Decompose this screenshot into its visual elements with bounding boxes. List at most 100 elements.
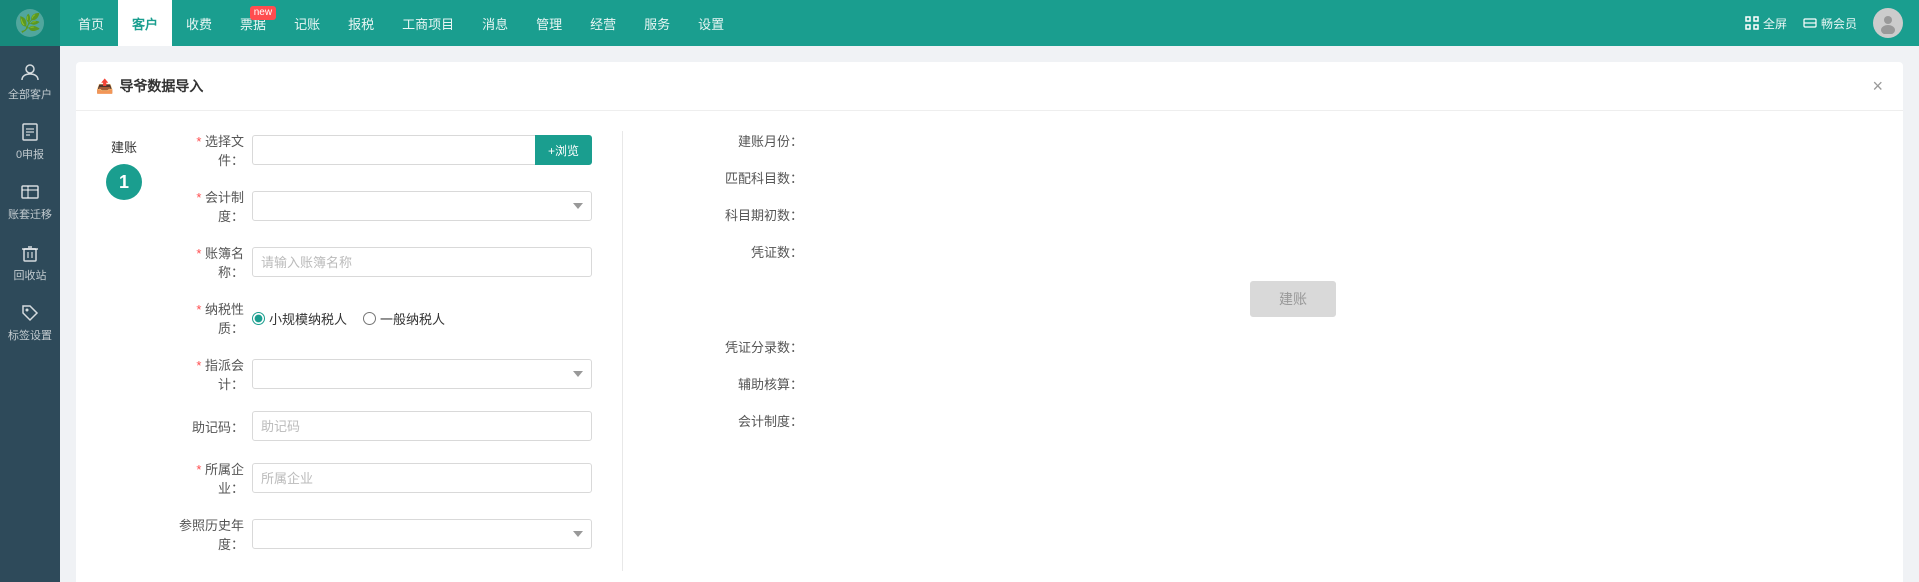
file-input-group: +浏览 [252, 135, 592, 165]
step-circle: 1 [106, 164, 142, 200]
sidebar: 全部客户 0申报 账套迁移 [0, 46, 60, 582]
sidebar-item-trash-label: 回收站 [14, 270, 47, 283]
memo-input[interactable] [252, 411, 592, 441]
match-label: 匹配科目数： [713, 168, 803, 187]
match-row: 匹配科目数： [713, 168, 1873, 187]
nav-item-clients[interactable]: 客户 [118, 0, 172, 46]
accountant-select[interactable] [252, 359, 592, 389]
company-row: * 所属企业： [172, 459, 592, 497]
tax-row: * 纳税性质： 小规模纳税人 一般纳税人 [172, 299, 592, 337]
sidebar-item-migrate[interactable]: 账套迁移 [3, 174, 57, 230]
all-clients-icon [20, 62, 40, 85]
ledger-row: * 账簿名称： [172, 243, 592, 281]
close-button[interactable]: × [1872, 77, 1883, 95]
member-icon [1803, 16, 1817, 30]
layout: 全部客户 0申报 账套迁移 [0, 46, 1919, 582]
company-input[interactable] [252, 463, 592, 493]
memo-row: 助记码： [172, 411, 592, 441]
tax-general-label: 一般纳税人 [380, 309, 445, 328]
nav-item-invoice[interactable]: 票据 new [226, 0, 280, 46]
ledger-input[interactable] [252, 247, 592, 277]
sidebar-item-declare-label: 0申报 [16, 149, 44, 162]
nav-item-manage[interactable]: 管理 [522, 0, 576, 46]
panel: 📤 导爷数据导入 × 建账 1 * 选择文件： [76, 62, 1903, 582]
avatar-icon [1877, 12, 1899, 34]
tag-icon [20, 303, 40, 326]
voucher-records-row: 凭证分录数： [713, 337, 1873, 356]
browse-button[interactable]: +浏览 [535, 135, 592, 165]
tax-radio-group: 小规模纳税人 一般纳税人 [252, 309, 445, 328]
history-row: 参照历史年度： [172, 515, 592, 553]
voucher-row: 凭证数： [713, 242, 1873, 261]
tax-general-option[interactable]: 一般纳税人 [363, 309, 445, 328]
nav-item-settings[interactable]: 设置 [684, 0, 738, 46]
logo-icon: 🌿 [16, 9, 44, 37]
upload-icon: 📤 [96, 78, 113, 95]
month-row: 建账月份： [713, 131, 1873, 150]
accounting-required-star: * [196, 190, 201, 205]
form-container: 建账 1 * 选择文件： +浏览 [76, 111, 1903, 582]
history-select[interactable] [252, 519, 592, 549]
tax-small-option[interactable]: 小规模纳税人 [252, 309, 347, 328]
nav-item-bizproject[interactable]: 工商项目 [388, 0, 468, 46]
nav-items: 首页 客户 收费 票据 new 记账 报税 工商项目 消息 管理 经营 服务 设… [60, 0, 1745, 46]
voucher-label: 凭证数： [713, 242, 803, 261]
member-label: 畅会员 [1821, 15, 1857, 32]
logo-area: 🌿 [0, 0, 60, 46]
logo-symbol: 🌿 [19, 13, 41, 34]
nav-item-finance[interactable]: 经营 [576, 0, 630, 46]
memo-label: 助记码： [172, 417, 252, 436]
accounting-label: * 会计制度： [172, 187, 252, 225]
member-btn[interactable]: 畅会员 [1803, 15, 1857, 32]
accountant-required-star: * [196, 358, 201, 373]
create-btn-container: 建账 [713, 281, 1873, 317]
fullscreen-icon [1745, 16, 1759, 30]
panel-header: 📤 导爷数据导入 × [76, 62, 1903, 111]
nav-item-billing[interactable]: 收费 [172, 0, 226, 46]
avatar[interactable] [1873, 8, 1903, 38]
month-label: 建账月份： [713, 131, 803, 150]
nav-item-home[interactable]: 首页 [64, 0, 118, 46]
nav-item-tax[interactable]: 报税 [334, 0, 388, 46]
aux-row: 辅助核算： [713, 374, 1873, 393]
sidebar-item-tag[interactable]: 标签设置 [3, 295, 57, 351]
company-required-star: * [196, 462, 201, 477]
nav-right: 全屏 畅会员 [1745, 8, 1919, 38]
panel-title: 📤 导爷数据导入 [96, 76, 203, 96]
file-input[interactable] [252, 135, 535, 165]
period-row: 科目期初数： [713, 205, 1873, 224]
sidebar-item-migrate-label: 账套迁移 [8, 209, 52, 222]
tax-general-radio[interactable] [363, 312, 376, 325]
left-form: * 选择文件： +浏览 * 会计制度： [172, 131, 592, 571]
file-row: * 选择文件： +浏览 [172, 131, 592, 169]
fullscreen-btn[interactable]: 全屏 [1745, 15, 1787, 32]
accounting-system-row: 会计制度： [713, 411, 1873, 430]
accounting-system-label: 会计制度： [713, 411, 803, 430]
voucher-records-label: 凭证分录数： [713, 337, 803, 356]
sidebar-item-all-clients[interactable]: 全部客户 [3, 54, 57, 110]
accounting-row: * 会计制度： [172, 187, 592, 225]
right-info: 建账月份： 匹配科目数： 科目期初数： 凭证数： [653, 131, 1873, 571]
sidebar-item-trash[interactable]: 回收站 [3, 235, 57, 291]
create-account-button[interactable]: 建账 [1250, 281, 1336, 317]
sidebar-item-declare[interactable]: 0申报 [3, 114, 57, 170]
ledger-label: * 账簿名称： [172, 243, 252, 281]
migrate-icon [20, 182, 40, 205]
nav-item-bookkeeping[interactable]: 记账 [280, 0, 334, 46]
declare-icon [20, 122, 40, 145]
nav-item-message[interactable]: 消息 [468, 0, 522, 46]
tax-required-star: * [196, 302, 201, 317]
fullscreen-label: 全屏 [1763, 15, 1787, 32]
history-label: 参照历史年度： [172, 515, 252, 553]
file-label: * 选择文件： [172, 131, 252, 169]
step-indicator: 建账 1 [106, 131, 142, 571]
top-navigation: 🌿 首页 客户 收费 票据 new 记账 报税 工商项目 消息 管理 经营 服务… [0, 0, 1919, 46]
nav-item-service[interactable]: 服务 [630, 0, 684, 46]
trash-icon [20, 243, 40, 266]
tax-small-label: 小规模纳税人 [269, 309, 347, 328]
file-required-star: * [196, 134, 201, 149]
tax-label: * 纳税性质： [172, 299, 252, 337]
step-label: 建账 [111, 137, 137, 156]
tax-small-radio[interactable] [252, 312, 265, 325]
accounting-select[interactable] [252, 191, 592, 221]
